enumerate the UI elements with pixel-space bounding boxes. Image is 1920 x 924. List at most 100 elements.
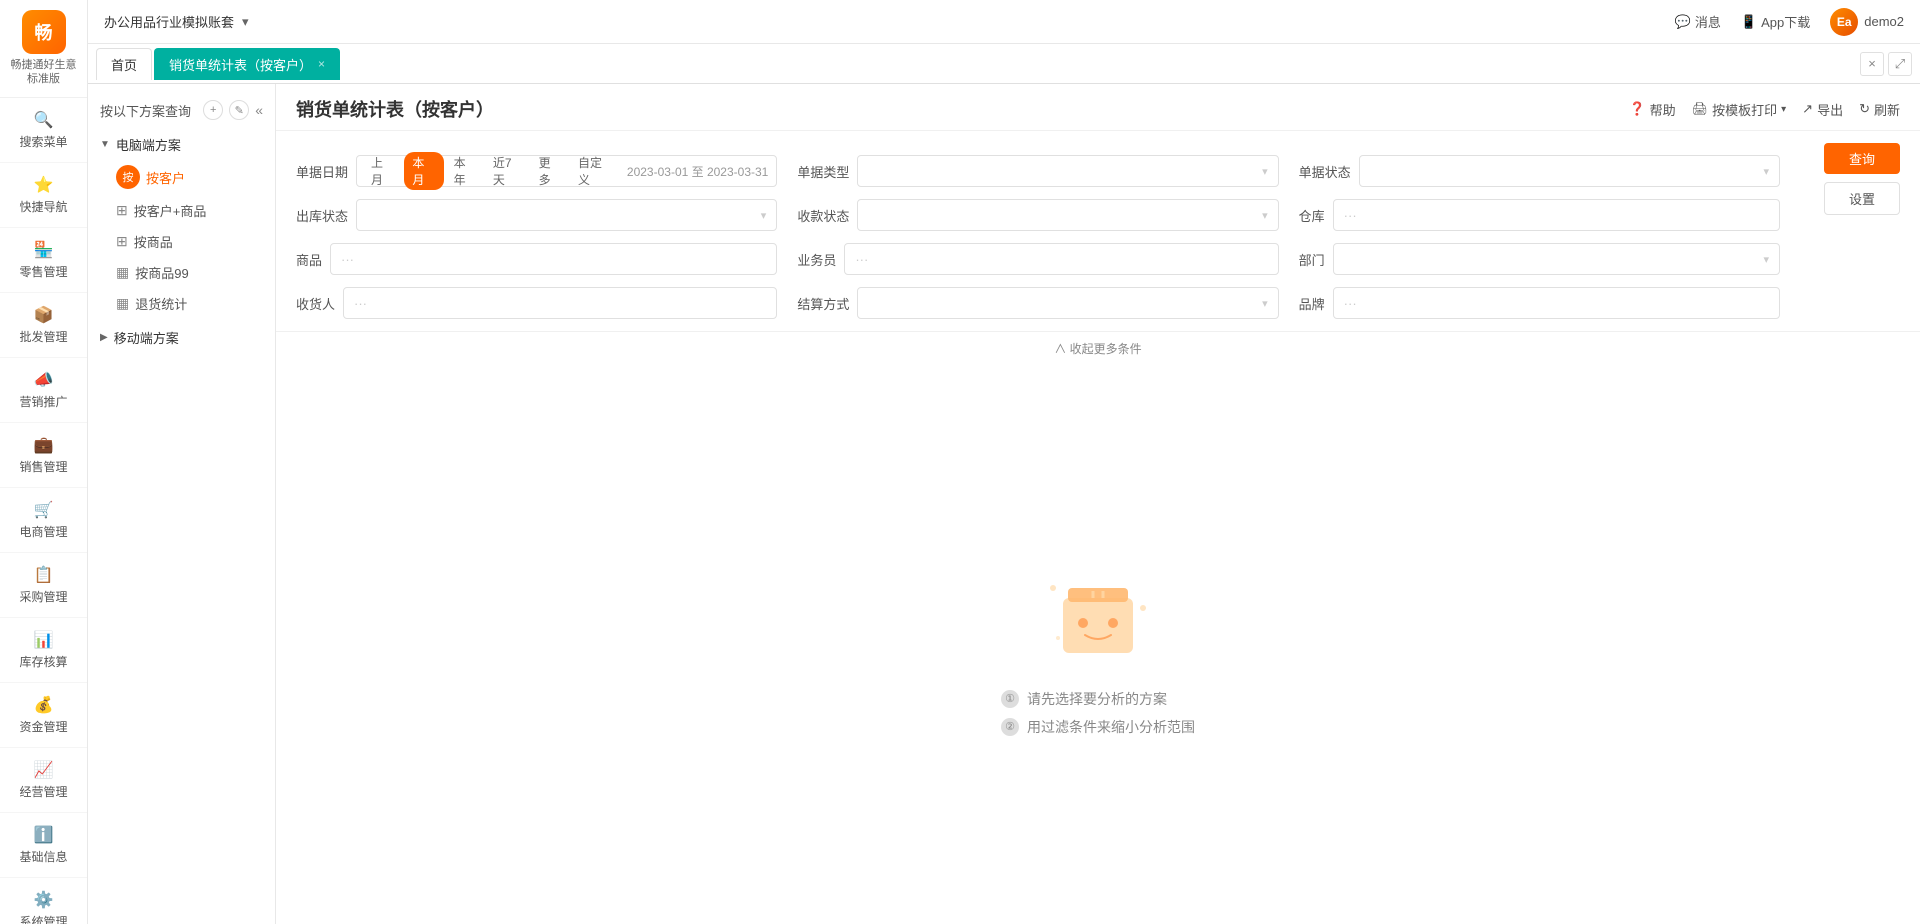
receiver-value: ···: [354, 296, 367, 311]
out-status-label: 出库状态: [296, 206, 348, 225]
main-area: 办公用品行业模拟账套 ▾ 💬 消息 📱 App下载 Ea demo2: [88, 0, 1920, 924]
settings-button[interactable]: 设置: [1824, 182, 1900, 215]
grid-icon: ⊞: [116, 202, 128, 219]
date-label: 单据日期: [296, 162, 348, 181]
tab-close-icon[interactable]: ×: [318, 57, 325, 71]
refresh-label: 刷新: [1874, 100, 1900, 119]
out-status-input[interactable]: ▾: [356, 199, 777, 231]
scheme-item-return-stats[interactable]: ▦ 退货统计: [88, 288, 275, 319]
sidebar-item-purchase[interactable]: 📋 采购管理: [0, 553, 87, 618]
sidebar-item-search[interactable]: 🔍 搜索菜单: [0, 98, 87, 163]
message-icon: 💬: [1675, 14, 1691, 30]
date-option-more[interactable]: 更多: [533, 152, 568, 190]
sidebar-item-finance[interactable]: 💰 资金管理: [0, 683, 87, 748]
sidebar-item-system[interactable]: ⚙️ 系统管理: [0, 878, 87, 924]
sidebar-item-wholesale[interactable]: 📦 批发管理: [0, 293, 87, 358]
query-button[interactable]: 查询: [1824, 143, 1900, 174]
sidebar-item-retail[interactable]: 🏪 零售管理: [0, 228, 87, 293]
hint-text-1: 请先选择要分析的方案: [1027, 689, 1167, 709]
sidebar-item-label: 营销推广: [19, 393, 67, 410]
scheme-item-by-customer[interactable]: 按 按客户: [88, 159, 275, 195]
edit-scheme-button[interactable]: ✎: [229, 100, 249, 120]
refresh-button[interactable]: ↻ 刷新: [1859, 100, 1900, 119]
mobile-scheme-header[interactable]: ▶ 移动端方案: [88, 323, 275, 352]
app-download-button[interactable]: 📱 App下载: [1741, 12, 1810, 31]
date-option-this-year[interactable]: 本年: [448, 152, 483, 190]
right-content: 销货单统计表（按客户） ❓ 帮助 🖨 按模板打印 ▾ ↗: [276, 84, 1920, 924]
filter-date: 单据日期 上月 本月 本年 近7天 更多 自定义 2023-03-01 至 20…: [296, 155, 777, 187]
empty-hint-1: ① 请先选择要分析的方案: [1001, 689, 1195, 709]
tab-home[interactable]: 首页: [96, 48, 152, 80]
brand-input[interactable]: ···: [1333, 287, 1780, 319]
tab-home-label: 首页: [111, 55, 137, 74]
product-input[interactable]: ···: [330, 243, 777, 275]
collapse-panel-button[interactable]: «: [255, 102, 263, 118]
template-print-button[interactable]: 🖨 按模板打印 ▾: [1692, 100, 1787, 119]
bar-icon: ▦: [116, 264, 129, 281]
sidebar-item-marketing[interactable]: 📣 营销推广: [0, 358, 87, 423]
help-button[interactable]: ❓ 帮助: [1629, 100, 1675, 119]
content-area: 按以下方案查询 + ✎ « ▼ 电脑端方案 按 按客户: [88, 84, 1920, 924]
sidebar-item-inventory[interactable]: 📊 库存核算: [0, 618, 87, 683]
top-section: 销货单统计表（按客户） ❓ 帮助 🖨 按模板打印 ▾ ↗: [276, 84, 1920, 365]
user-name: demo2: [1864, 14, 1904, 29]
mobile-arrow-icon: ▶: [100, 332, 108, 343]
filter-dept: 部门 ▾: [1299, 243, 1780, 275]
user-menu-button[interactable]: Ea demo2: [1830, 8, 1904, 36]
sidebar-item-sales[interactable]: 💼 销售管理: [0, 423, 87, 488]
topbar-left: 办公用品行业模拟账套 ▾: [104, 12, 249, 31]
tab-sales-stat-label: 销货单统计表（按客户）: [169, 55, 312, 74]
system-icon: ⚙️: [34, 890, 54, 910]
left-panel-title: 按以下方案查询: [100, 101, 191, 120]
search-icon: 🔍: [34, 110, 54, 130]
sidebar-item-label: 采购管理: [19, 588, 67, 605]
date-option-last-month[interactable]: 上月: [365, 152, 400, 190]
tab-sales-stat[interactable]: 销货单统计表（按客户） ×: [154, 48, 340, 80]
brand-value: ···: [1344, 296, 1357, 311]
topbar-right: 💬 消息 📱 App下载 Ea demo2: [1675, 8, 1904, 36]
sidebar-item-label: 系统管理: [19, 913, 67, 924]
pay-status-label: 收款状态: [797, 206, 849, 225]
topbar-title: 办公用品行业模拟账套: [104, 12, 234, 31]
sales-icon: 💼: [34, 435, 54, 455]
add-scheme-button[interactable]: +: [203, 100, 223, 120]
dropdown-arrow-icon: ▾: [242, 14, 249, 30]
message-button[interactable]: 💬 消息: [1675, 12, 1721, 31]
date-option-7days[interactable]: 近7天: [487, 152, 529, 190]
desktop-scheme-header[interactable]: ▼ 电脑端方案: [88, 130, 275, 159]
sidebar-item-basic-info[interactable]: ℹ️ 基础信息: [0, 813, 87, 878]
empty-state: ① 请先选择要分析的方案 ② 用过滤条件来缩小分析范围: [1001, 553, 1195, 737]
date-option-this-month[interactable]: 本月: [404, 152, 443, 190]
wholesale-icon: 📦: [34, 305, 54, 325]
scheme-item-by-product-99[interactable]: ▦ 按商品99: [88, 257, 275, 288]
page-header: 销货单统计表（按客户） ❓ 帮助 🖨 按模板打印 ▾ ↗: [276, 84, 1920, 131]
export-button[interactable]: ↗ 导出: [1802, 100, 1843, 119]
brand-label: 品牌: [1299, 294, 1325, 313]
empty-hints: ① 请先选择要分析的方案 ② 用过滤条件来缩小分析范围: [1001, 689, 1195, 737]
status-input[interactable]: ▾: [1359, 155, 1780, 187]
collapse-filters-button[interactable]: ∧ 收起更多条件: [276, 331, 1920, 365]
type-input[interactable]: ▾: [857, 155, 1278, 187]
left-panel: 按以下方案查询 + ✎ « ▼ 电脑端方案 按 按客户: [88, 84, 276, 924]
scheme-item-by-customer-product[interactable]: ⊞ 按客户+商品: [88, 195, 275, 226]
warehouse-input[interactable]: ···: [1333, 199, 1780, 231]
receiver-input[interactable]: ···: [343, 287, 777, 319]
pay-status-input[interactable]: ▾: [857, 199, 1278, 231]
sidebar-item-ecommerce[interactable]: 🛒 电商管理: [0, 488, 87, 553]
page-actions: ❓ 帮助 🖨 按模板打印 ▾ ↗ 导出 ↻: [1629, 100, 1900, 119]
filter-receiver: 收货人 ···: [296, 287, 777, 319]
staff-value: ···: [855, 252, 868, 267]
dept-input[interactable]: ▾: [1333, 243, 1780, 275]
staff-input[interactable]: ···: [844, 243, 1278, 275]
payment-input[interactable]: ▾: [857, 287, 1278, 319]
sidebar-item-quick-nav[interactable]: ⭐ 快捷导航: [0, 163, 87, 228]
scheme-item-by-product[interactable]: ⊞ 按商品: [88, 226, 275, 257]
topbar-dropdown[interactable]: ▾: [242, 14, 249, 30]
close-tab-button[interactable]: ×: [1860, 52, 1884, 76]
sidebar-item-label: 资金管理: [19, 718, 67, 735]
sidebar-item-operations[interactable]: 📈 经营管理: [0, 748, 87, 813]
restore-tab-button[interactable]: ⤢: [1888, 52, 1912, 76]
sidebar-item-label: 电商管理: [19, 523, 67, 540]
tabbar-actions: × ⤢: [1860, 52, 1912, 76]
date-option-custom[interactable]: 自定义: [572, 152, 619, 190]
